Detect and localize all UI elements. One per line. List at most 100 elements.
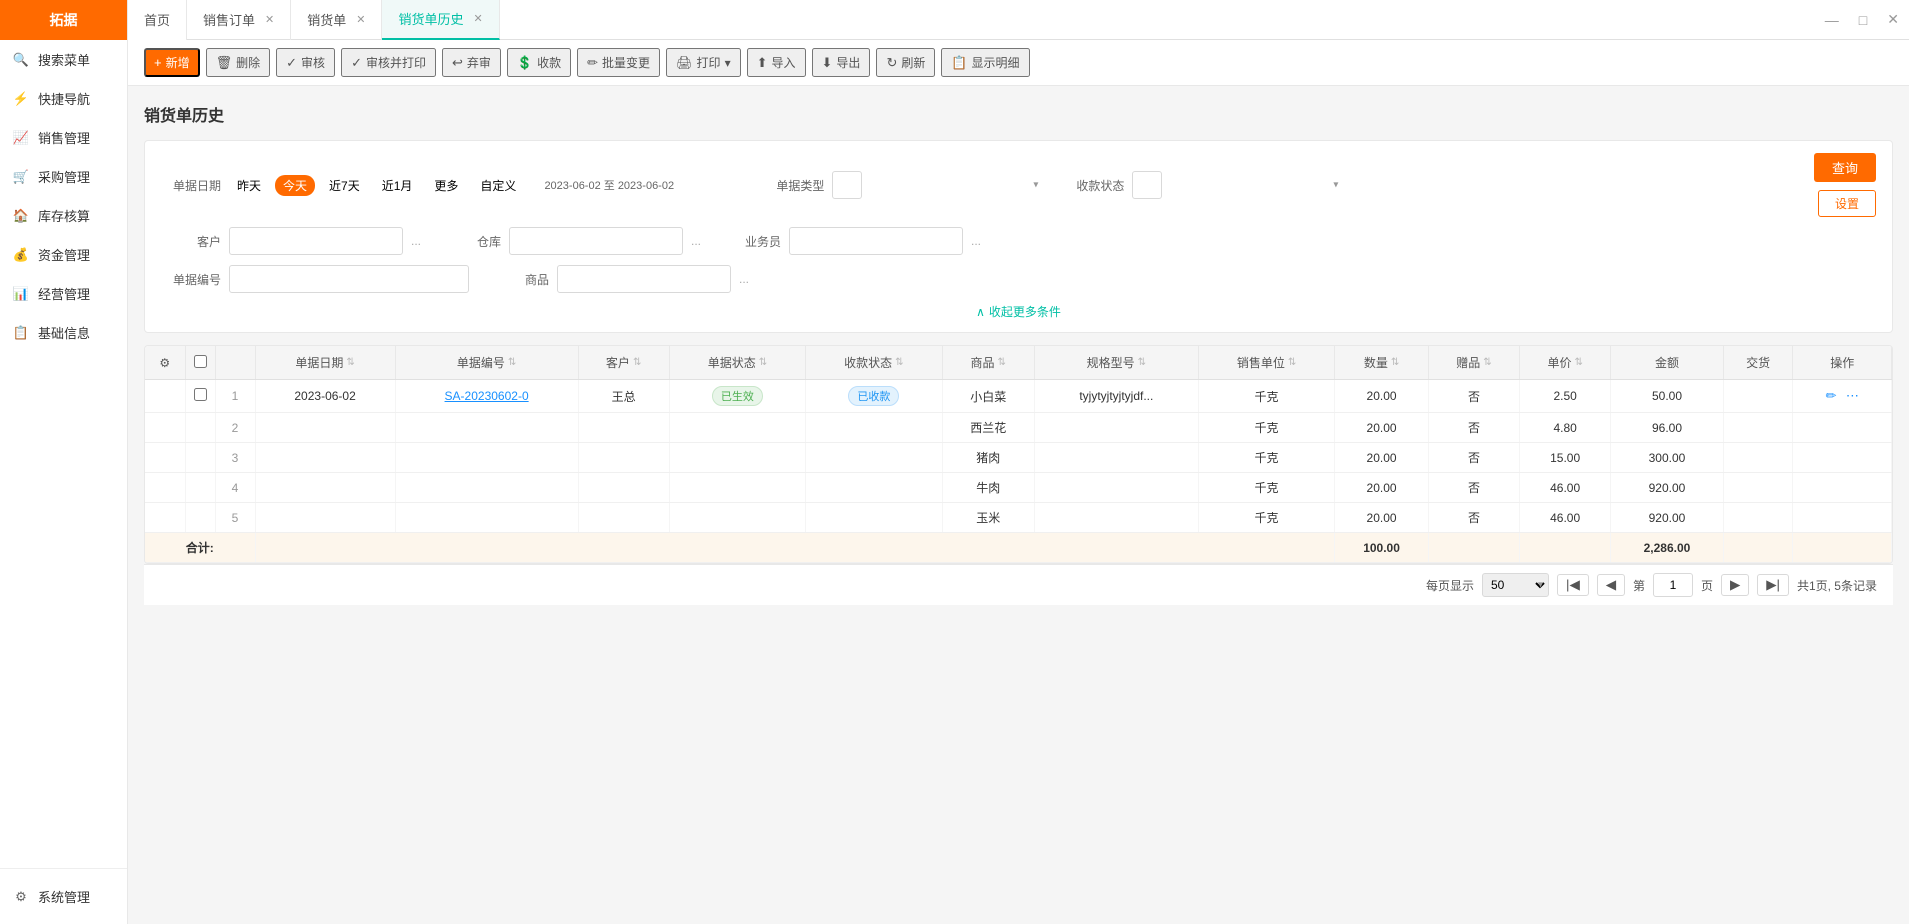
col-order-status[interactable]: 单据状态 ⇅ (669, 346, 805, 380)
goods-dots[interactable]: ... (739, 272, 749, 286)
sidebar-item-search-menu[interactable]: 🔍 搜索菜单 (0, 40, 127, 79)
minimize-button[interactable]: — (1815, 12, 1849, 28)
gear-icon: ⚙ (12, 888, 30, 906)
sort-order-status[interactable]: 单据状态 ⇅ (708, 354, 767, 371)
close-window-button[interactable]: ✕ (1877, 11, 1909, 28)
sort-date[interactable]: 单据日期 ⇅ (295, 354, 354, 371)
date-custom[interactable]: 自定义 (472, 175, 524, 196)
col-price-label: 单价 (1547, 354, 1571, 371)
abandon-label: 弃审 (467, 54, 491, 71)
col-date[interactable]: 单据日期 ⇅ (255, 346, 395, 380)
col-gift[interactable]: 赠品 ⇅ (1428, 346, 1519, 380)
sidebar-item-purchase-mgmt[interactable]: 🛒 采购管理 (0, 157, 127, 196)
page-next-button[interactable]: ▶ (1721, 574, 1749, 596)
filter-staff: 业务员 ... (721, 227, 981, 255)
tab-sales-history-close[interactable]: ✕ (474, 12, 483, 25)
sidebar-item-system-mgmt[interactable]: ⚙ 系统管理 (0, 877, 127, 916)
export-button[interactable]: ⬇ 导出 (812, 48, 871, 77)
abandon-button[interactable]: ↩ 弃审 (442, 48, 501, 77)
col-payment-status[interactable]: 收款状态 ⇅ (806, 346, 942, 380)
row1-order-status-badge: 已生效 (712, 386, 763, 406)
sort-price[interactable]: 单价 ⇅ (1547, 354, 1582, 371)
per-page-select[interactable]: 50 100 200 (1482, 573, 1549, 597)
warehouse-input[interactable] (509, 227, 683, 255)
sort-qty[interactable]: 数量 ⇅ (1364, 354, 1399, 371)
sort-order-no[interactable]: 单据编号 ⇅ (457, 354, 516, 371)
goods-input[interactable] (557, 265, 731, 293)
date-7days[interactable]: 近7天 (321, 175, 368, 196)
sidebar-item-quick-nav[interactable]: ⚡ 快捷导航 (0, 79, 127, 118)
sidebar-item-inventory[interactable]: 🏠 库存核算 (0, 196, 127, 235)
sidebar: 拓据 🔍 搜索菜单 ⚡ 快捷导航 📈 销售管理 🛒 采购管理 🏠 库存核算 💰 … (0, 0, 128, 924)
tab-sales-goods[interactable]: 销货单 ✕ (291, 0, 382, 40)
add-button[interactable]: + 新增 (144, 48, 200, 77)
col-customer[interactable]: 客户 ⇅ (578, 346, 669, 380)
sort-gift[interactable]: 赠品 ⇅ (1456, 354, 1491, 371)
page-first-button[interactable]: |◀ (1557, 574, 1589, 596)
col-order-no[interactable]: 单据编号 ⇅ (395, 346, 578, 380)
col-settings[interactable]: ⚙ (145, 346, 185, 380)
row4-payment-status (806, 473, 942, 503)
row2-date (255, 413, 395, 443)
row1-num: 1 (215, 380, 255, 413)
query-button[interactable]: 查询 (1814, 153, 1876, 182)
row1-order-no[interactable]: SA-20230602-0 (395, 380, 578, 413)
date-1month[interactable]: 近1月 (374, 175, 421, 196)
sort-customer[interactable]: 客户 ⇅ (606, 354, 641, 371)
maximize-button[interactable]: □ (1849, 12, 1877, 28)
sidebar-item-base-info[interactable]: 📋 基础信息 (0, 313, 127, 352)
sort-spec[interactable]: 规格型号 ⇅ (1087, 354, 1146, 371)
row1-more-button[interactable]: ⋯ (1843, 388, 1862, 403)
tab-sales-goods-label: 销货单 (307, 10, 346, 29)
row1-order-link[interactable]: SA-20230602-0 (445, 389, 529, 403)
row1-edit-button[interactable]: ✏ (1823, 388, 1840, 403)
tab-home[interactable]: 首页 (128, 0, 187, 40)
page-last-button[interactable]: ▶| (1757, 574, 1789, 596)
review-button[interactable]: ✓ 审核 (276, 48, 335, 77)
order-no-input[interactable] (229, 265, 469, 293)
col-price[interactable]: 单价 ⇅ (1520, 346, 1611, 380)
staff-dots[interactable]: ... (971, 234, 981, 248)
import-button[interactable]: ⬆ 导入 (747, 48, 806, 77)
sort-goods[interactable]: 商品 ⇅ (971, 354, 1006, 371)
tab-sales-order-close[interactable]: ✕ (265, 13, 274, 26)
refresh-button[interactable]: ↻ 刷新 (876, 48, 935, 77)
row1-check[interactable] (194, 388, 207, 401)
collapse-button[interactable]: ∧ 收起更多条件 (976, 303, 1061, 320)
date-more[interactable]: 更多 (426, 175, 466, 196)
date-yesterday[interactable]: 昨天 (229, 175, 269, 196)
footer-spacer (255, 533, 1335, 563)
sort-payment-status[interactable]: 收款状态 ⇅ (844, 354, 903, 371)
col-goods[interactable]: 商品 ⇅ (942, 346, 1034, 380)
row3-price: 15.00 (1520, 443, 1611, 473)
sidebar-item-finance[interactable]: 💰 资金管理 (0, 235, 127, 274)
sort-unit[interactable]: 销售单位 ⇅ (1237, 354, 1296, 371)
select-all-checkbox[interactable] (194, 355, 207, 368)
date-today[interactable]: 今天 (275, 175, 315, 196)
show-detail-button[interactable]: 📋 显示明细 (941, 48, 1029, 77)
set-button[interactable]: 设置 (1818, 190, 1876, 217)
doc-type-select[interactable] (832, 171, 862, 199)
warehouse-dots[interactable]: ... (691, 234, 701, 248)
collect-button[interactable]: 💲 收款 (507, 48, 571, 77)
customer-dots[interactable]: ... (411, 234, 421, 248)
sidebar-item-sales-mgmt[interactable]: 📈 销售管理 (0, 118, 127, 157)
page-number-input[interactable] (1653, 573, 1693, 597)
batch-change-button[interactable]: ✏ 批量变更 (577, 48, 660, 77)
col-unit[interactable]: 销售单位 ⇅ (1198, 346, 1334, 380)
staff-input[interactable] (789, 227, 963, 255)
col-qty[interactable]: 数量 ⇅ (1335, 346, 1429, 380)
review-print-button[interactable]: ✓ 审核并打印 (341, 48, 436, 77)
tab-sales-history[interactable]: 销货单历史 ✕ (382, 0, 499, 40)
delete-button[interactable]: 🗑 删除 (206, 48, 271, 77)
sidebar-item-operations[interactable]: 📊 经营管理 (0, 274, 127, 313)
tab-sales-goods-close[interactable]: ✕ (356, 13, 365, 26)
col-rownum (215, 346, 255, 380)
payment-status-select[interactable] (1132, 171, 1162, 199)
customer-input[interactable] (229, 227, 403, 255)
page-prev-button[interactable]: ◀ (1597, 574, 1625, 596)
col-spec[interactable]: 规格型号 ⇅ (1034, 346, 1198, 380)
tab-sales-order[interactable]: 销售订单 ✕ (187, 0, 291, 40)
print-button[interactable]: 🖨 打印 ▾ (666, 48, 741, 77)
abandon-icon: ↩ (452, 55, 463, 71)
